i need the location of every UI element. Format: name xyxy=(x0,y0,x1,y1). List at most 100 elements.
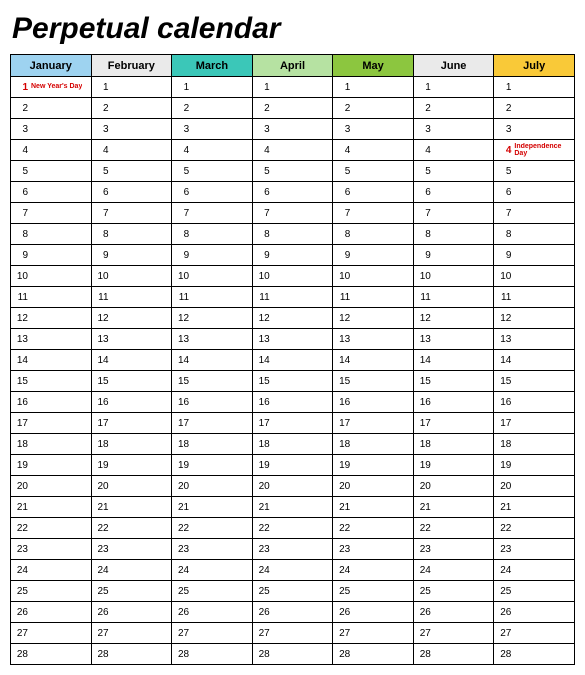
day-number: 21 xyxy=(14,502,28,513)
day-number: 25 xyxy=(14,586,28,597)
day-number: 16 xyxy=(14,397,28,408)
calendar-cell: 19 xyxy=(252,455,333,476)
day-number: 9 xyxy=(175,250,189,261)
day-number: 9 xyxy=(256,250,270,261)
day-number: 6 xyxy=(417,187,431,198)
day-number: 16 xyxy=(336,397,350,408)
day-number: 12 xyxy=(497,313,511,324)
calendar-row: 12121212121212 xyxy=(11,308,575,329)
calendar-cell: 7 xyxy=(252,203,333,224)
calendar-cell: 17 xyxy=(11,413,92,434)
day-number: 16 xyxy=(175,397,189,408)
calendar-cell: 28 xyxy=(172,644,253,665)
calendar-cell: 4 xyxy=(11,140,92,161)
calendar-cell: 18 xyxy=(413,434,494,455)
day-number: 9 xyxy=(14,250,28,261)
calendar-cell: 9 xyxy=(91,245,172,266)
calendar-cell: 13 xyxy=(494,329,575,350)
day-number: 14 xyxy=(95,355,109,366)
day-number: 11 xyxy=(175,292,189,303)
calendar-cell: 3 xyxy=(333,119,414,140)
calendar-cell: 20 xyxy=(172,476,253,497)
calendar-cell: 19 xyxy=(413,455,494,476)
calendar-cell: 20 xyxy=(333,476,414,497)
day-number: 14 xyxy=(336,355,350,366)
calendar-table: JanuaryFebruaryMarchAprilMayJuneJuly 1 Ne… xyxy=(10,54,575,665)
calendar-row: 11111111111111 xyxy=(11,287,575,308)
calendar-cell: 27 xyxy=(333,623,414,644)
calendar-cell: 4 xyxy=(172,140,253,161)
calendar-cell: 16 xyxy=(11,392,92,413)
calendar-cell: 7 xyxy=(413,203,494,224)
day-number: 22 xyxy=(497,523,511,534)
day-number: 12 xyxy=(417,313,431,324)
day-number: 18 xyxy=(256,439,270,450)
calendar-cell: 9 xyxy=(252,245,333,266)
calendar-cell: 20 xyxy=(91,476,172,497)
calendar-cell: 18 xyxy=(172,434,253,455)
day-number: 12 xyxy=(175,313,189,324)
day-number: 25 xyxy=(417,586,431,597)
day-number: 16 xyxy=(95,397,109,408)
calendar-cell: 1 xyxy=(252,77,333,98)
day-number: 23 xyxy=(417,544,431,555)
day-number: 18 xyxy=(497,439,511,450)
day-number: 8 xyxy=(256,229,270,240)
calendar-cell: 6 xyxy=(413,182,494,203)
month-header: January xyxy=(11,55,92,77)
calendar-body: 1New Year's Day1111112222222333333344444… xyxy=(11,77,575,665)
day-number: 8 xyxy=(14,229,28,240)
month-header: May xyxy=(333,55,414,77)
calendar-cell: 5 xyxy=(413,161,494,182)
day-number: 6 xyxy=(497,187,511,198)
calendar-cell: 6 xyxy=(494,182,575,203)
day-number: 18 xyxy=(14,439,28,450)
calendar-row: 15151515151515 xyxy=(11,371,575,392)
calendar-cell: 17 xyxy=(172,413,253,434)
day-number: 26 xyxy=(14,607,28,618)
day-number: 5 xyxy=(256,166,270,177)
calendar-cell: 14 xyxy=(494,350,575,371)
day-number: 23 xyxy=(497,544,511,555)
day-number: 28 xyxy=(417,649,431,660)
calendar-cell: 8 xyxy=(494,224,575,245)
day-number: 18 xyxy=(336,439,350,450)
calendar-cell: 16 xyxy=(413,392,494,413)
calendar-cell: 19 xyxy=(172,455,253,476)
day-number: 8 xyxy=(95,229,109,240)
day-number: 15 xyxy=(336,376,350,387)
calendar-cell: 19 xyxy=(11,455,92,476)
day-number: 15 xyxy=(95,376,109,387)
day-number: 2 xyxy=(175,103,189,114)
day-number: 1 xyxy=(95,82,109,93)
calendar-row: 25252525252525 xyxy=(11,581,575,602)
day-number: 14 xyxy=(497,355,511,366)
calendar-cell: 19 xyxy=(494,455,575,476)
day-number: 19 xyxy=(14,460,28,471)
calendar-row: 5555555 xyxy=(11,161,575,182)
calendar-cell: 24 xyxy=(172,560,253,581)
day-number: 17 xyxy=(336,418,350,429)
calendar-cell: 11 xyxy=(11,287,92,308)
day-number: 28 xyxy=(95,649,109,660)
calendar-cell: 19 xyxy=(333,455,414,476)
day-number: 27 xyxy=(417,628,431,639)
calendar-cell: 1 xyxy=(91,77,172,98)
calendar-cell: 6 xyxy=(11,182,92,203)
day-number: 14 xyxy=(175,355,189,366)
calendar-row: 27272727272727 xyxy=(11,623,575,644)
calendar-cell: 22 xyxy=(494,518,575,539)
day-number: 18 xyxy=(175,439,189,450)
day-number: 17 xyxy=(14,418,28,429)
calendar-cell: 26 xyxy=(333,602,414,623)
day-number: 24 xyxy=(175,565,189,576)
calendar-cell: 1 xyxy=(333,77,414,98)
month-header-row: JanuaryFebruaryMarchAprilMayJuneJuly xyxy=(11,55,575,77)
calendar-cell: 2 xyxy=(91,98,172,119)
event-label: New Year's Day xyxy=(31,83,82,90)
calendar-row: 17171717171717 xyxy=(11,413,575,434)
day-number: 9 xyxy=(417,250,431,261)
calendar-cell: 26 xyxy=(494,602,575,623)
calendar-cell: 8 xyxy=(413,224,494,245)
day-number: 11 xyxy=(417,292,431,303)
